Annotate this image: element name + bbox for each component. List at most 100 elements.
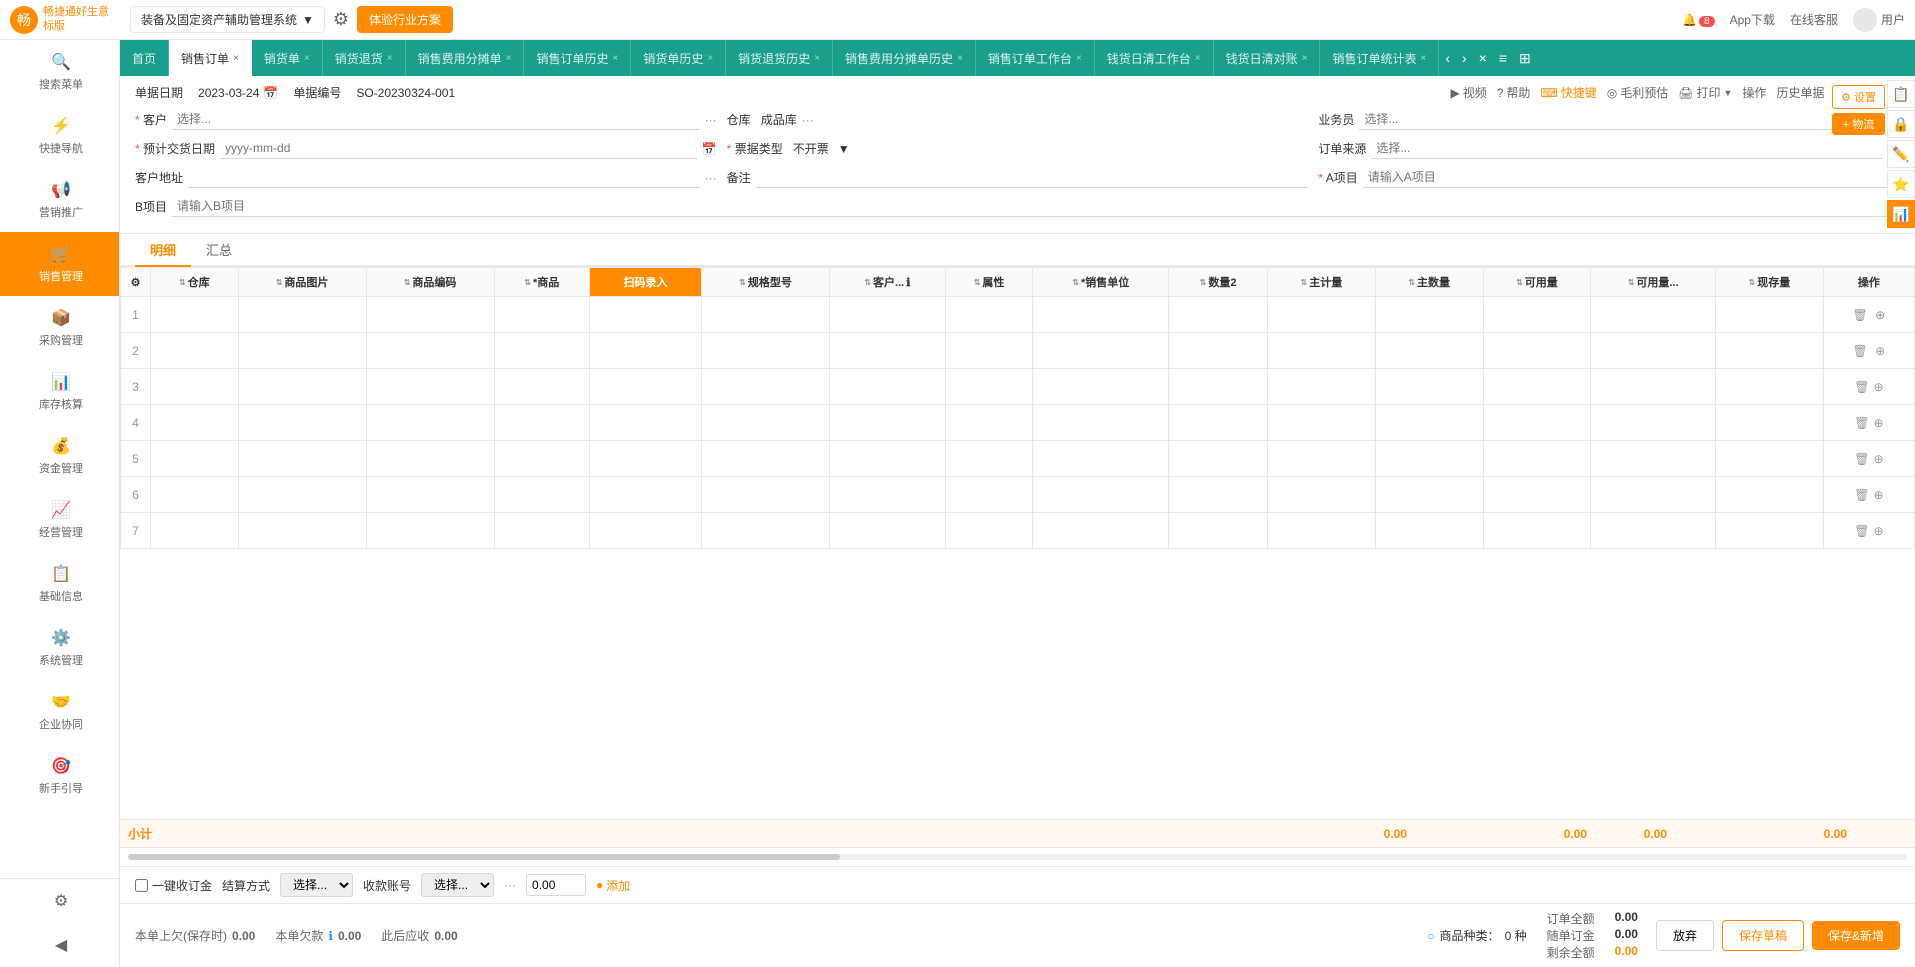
sidebar-item-purchase[interactable]: 📦 采购管理 <box>0 296 119 360</box>
col-available2[interactable]: ⇅可用量... <box>1591 268 1716 297</box>
deposit-checkbox[interactable]: 一键收订金 <box>135 877 212 894</box>
table-container[interactable]: ⚙ ⇅仓库 ⇅商品图片 ⇅商品编码 ⇅*商品 扫码录入 ⇅规格型号 ⇅客户...… <box>120 267 1915 819</box>
sidebar-item-system[interactable]: ⚙️ 系统管理 <box>0 616 119 680</box>
cell-warehouse[interactable] <box>151 297 239 333</box>
copy-icon[interactable]: ⊕ <box>1873 380 1883 394</box>
discard-btn[interactable]: 放弃 <box>1656 920 1714 951</box>
save-new-btn[interactable]: 保存&新增 <box>1812 921 1900 950</box>
close-icon[interactable]: × <box>233 53 239 64</box>
sidebar-item-guide[interactable]: 🎯 新手引导 <box>0 744 119 808</box>
more-icon[interactable]: ··· <box>504 878 516 892</box>
cell-warehouse[interactable] <box>151 477 239 513</box>
right-panel-star[interactable]: ⭐ <box>1887 170 1915 198</box>
tab-summary[interactable]: 汇总 <box>191 234 247 267</box>
remark-input[interactable] <box>756 167 1309 188</box>
cell-stock[interactable] <box>1715 333 1823 369</box>
sidebar-settings[interactable]: ⚙ <box>0 879 119 923</box>
operate-btn[interactable]: 操作 <box>1742 84 1766 101</box>
settings-form-btn[interactable]: ⚙ 设置 <box>1832 85 1885 109</box>
cell-avail2[interactable] <box>1591 297 1716 333</box>
cell-product[interactable] <box>494 333 589 369</box>
tab-sales-slip-history[interactable]: 销货单历史 × <box>631 40 726 76</box>
cell-sale-unit[interactable] <box>1033 333 1169 369</box>
cell-cust-code[interactable] <box>829 333 945 369</box>
cell-warehouse[interactable] <box>151 369 239 405</box>
draft-btn[interactable]: 保存草稿 <box>1722 920 1804 951</box>
order-source-input[interactable] <box>1371 138 1883 159</box>
col-settings[interactable]: ⚙ <box>121 268 151 297</box>
copy-icon[interactable]: ⊕ <box>1873 416 1883 430</box>
sidebar-collapse[interactable]: ◀ <box>0 923 119 967</box>
copy-icon[interactable]: ⊕ <box>1873 488 1883 502</box>
right-panel-lock[interactable]: 🔒 <box>1887 110 1915 138</box>
col-main-unit[interactable]: ⇅主计量 <box>1268 268 1376 297</box>
close-icon[interactable]: × <box>304 53 310 64</box>
cell-code[interactable] <box>366 297 494 333</box>
col-current-stock[interactable]: ⇅现存量 <box>1715 268 1823 297</box>
delete-icon[interactable]: 🗑 <box>1853 308 1868 322</box>
more-icon[interactable]: ··· <box>705 113 717 127</box>
col-customer-code[interactable]: ⇅客户... ℹ <box>829 268 945 297</box>
profit-btn[interactable]: ◎ 毛利预估 <box>1607 84 1669 101</box>
shortcut-btn[interactable]: ⌨ 快捷键 <box>1540 84 1596 101</box>
chevron-down-icon[interactable]: ▼ <box>838 142 850 156</box>
system-selector[interactable]: 装备及固定资产辅助管理系统 ▼ <box>130 6 325 33</box>
cell-stock[interactable] <box>1715 297 1823 333</box>
cell-qty2[interactable] <box>1169 333 1268 369</box>
salesperson-input[interactable] <box>1359 109 1883 130</box>
industry-btn[interactable]: 体验行业方案 <box>357 6 453 33</box>
col-main-qty[interactable]: ⇅主数量 <box>1375 268 1483 297</box>
sidebar-item-search[interactable]: 🔍 搜索菜单 <box>0 40 119 104</box>
col-attr[interactable]: ⇅属性 <box>945 268 1033 297</box>
sidebar-item-base[interactable]: 📋 基础信息 <box>0 552 119 616</box>
cell-code[interactable] <box>366 333 494 369</box>
delete-icon[interactable]: 🗑 <box>1854 524 1869 538</box>
col-sale-unit[interactable]: ⇅*销售单位 <box>1033 268 1169 297</box>
tab-detail[interactable]: 明细 <box>135 234 191 267</box>
close-icon[interactable]: × <box>707 53 713 64</box>
col-product[interactable]: ⇅*商品 <box>494 268 589 297</box>
gear-icon[interactable]: ⚙ <box>333 9 349 30</box>
cell-main-unit[interactable] <box>1268 333 1376 369</box>
tab-sales-stat[interactable]: 销售订单统计表 × <box>1320 40 1439 76</box>
cell-avail2[interactable] <box>1591 333 1716 369</box>
close-icon[interactable]: × <box>957 53 963 64</box>
deposit-amount-input[interactable] <box>526 874 586 896</box>
cell-attr[interactable] <box>945 333 1033 369</box>
close-icon[interactable]: × <box>814 53 820 64</box>
sidebar-item-operations[interactable]: 📈 经营管理 <box>0 488 119 552</box>
close-icon[interactable]: × <box>1076 53 1082 64</box>
delete-icon[interactable]: 🗑 <box>1854 380 1869 394</box>
cell-main-unit[interactable] <box>1268 297 1376 333</box>
cell-qty2[interactable] <box>1169 297 1268 333</box>
online-service-link[interactable]: 在线客服 <box>1790 11 1838 28</box>
tab-daily-reconcile[interactable]: 钱货日清对账 × <box>1214 40 1321 76</box>
customer-addr-input[interactable] <box>188 167 700 188</box>
cell-warehouse[interactable] <box>151 513 239 549</box>
deposit-checkbox-input[interactable] <box>135 879 148 892</box>
payment-method-select[interactable]: 选择... <box>280 873 353 897</box>
tab-sales-slip[interactable]: 销货单 × <box>252 40 323 76</box>
tab-nav-fullscreen[interactable]: ⊞ <box>1513 50 1537 67</box>
cell-scan[interactable] <box>589 333 701 369</box>
cell-spec[interactable] <box>701 333 829 369</box>
notification-bell[interactable]: 🔔8 <box>1682 13 1715 27</box>
tab-home[interactable]: 首页 <box>120 40 169 76</box>
cell-avail[interactable] <box>1483 333 1591 369</box>
copy-icon[interactable]: ⊕ <box>1875 344 1885 358</box>
more-icon[interactable]: ··· <box>705 171 717 185</box>
col-qty2[interactable]: ⇅数量2 <box>1169 268 1268 297</box>
col-scan[interactable]: 扫码录入 <box>589 268 701 297</box>
more-icon[interactable]: ··· <box>802 113 814 127</box>
tab-nav-right[interactable]: › <box>1456 50 1473 66</box>
print-btn[interactable]: 🖨 打印 ▼ <box>1678 84 1732 101</box>
user-avatar[interactable]: 用户 <box>1853 8 1905 32</box>
cell-img[interactable] <box>238 297 366 333</box>
delete-icon[interactable]: 🗑 <box>1854 452 1869 466</box>
account-select[interactable]: 选择... <box>421 873 494 897</box>
cell-scan[interactable] <box>589 297 701 333</box>
tab-sales-return[interactable]: 销货退货 × <box>323 40 406 76</box>
cell-main-qty[interactable] <box>1375 297 1483 333</box>
sidebar-item-finance[interactable]: 💰 资金管理 <box>0 424 119 488</box>
add-payment-btn[interactable]: ● 添加 <box>596 877 630 894</box>
